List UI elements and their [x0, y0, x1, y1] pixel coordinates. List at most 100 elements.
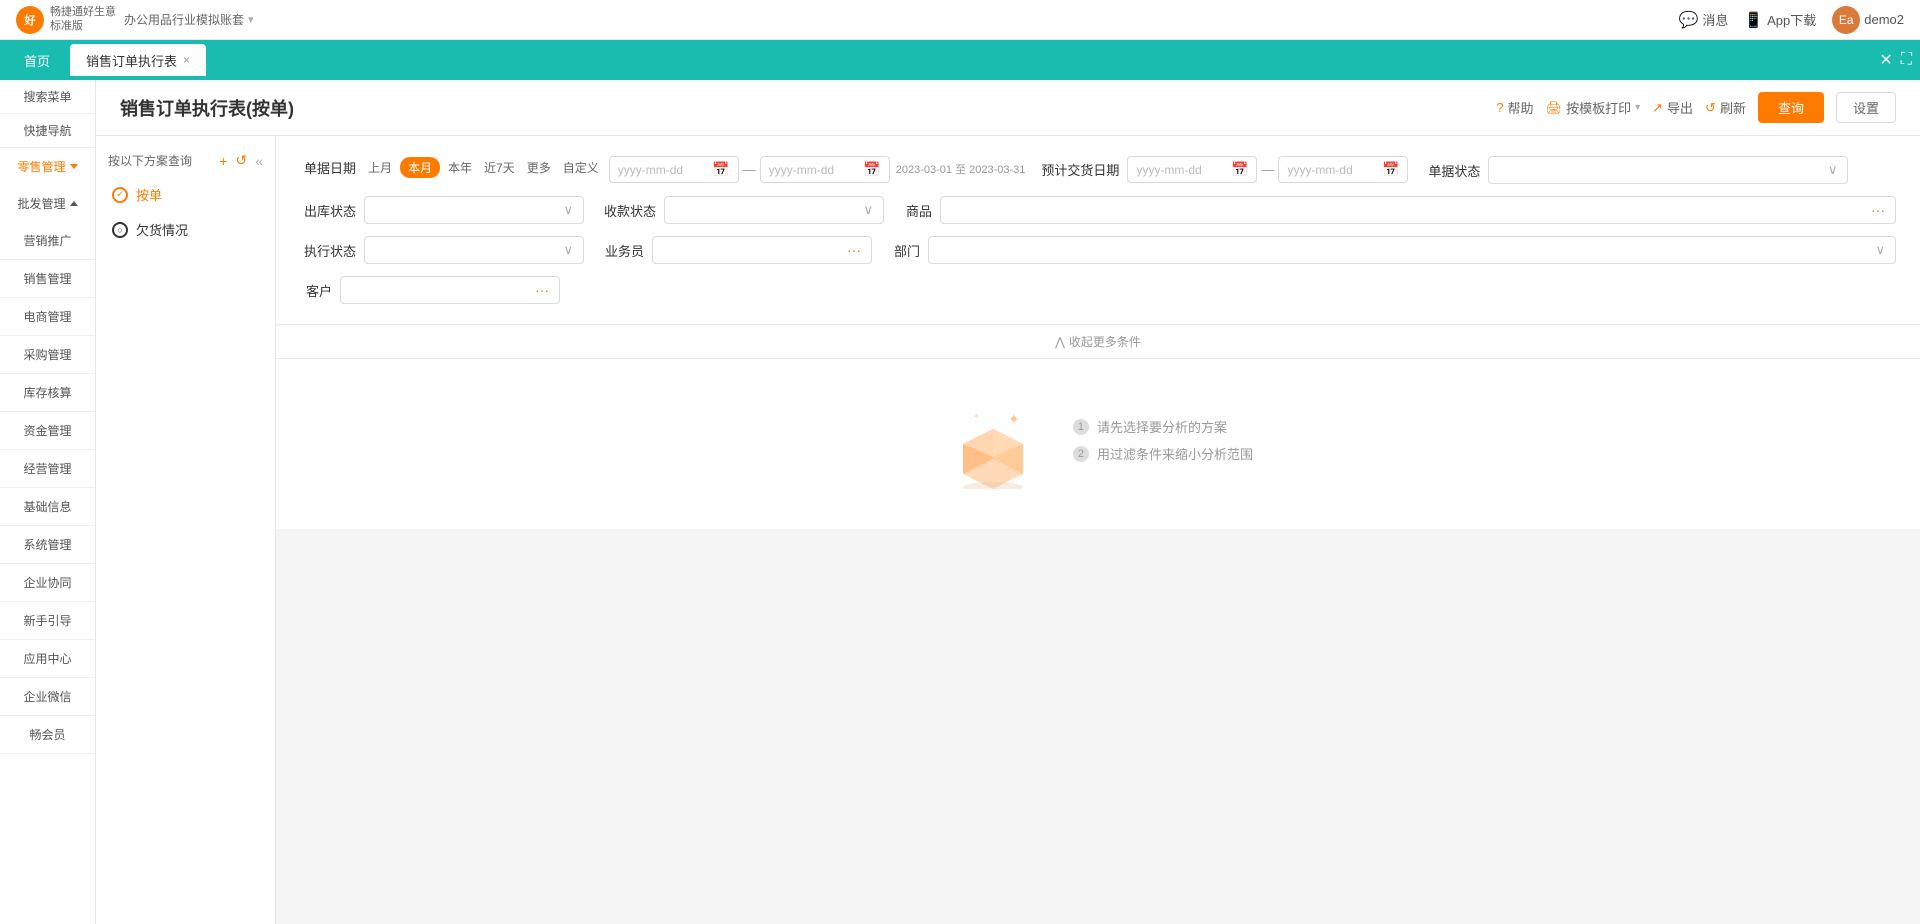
out-status-chevron-icon: ∨ [563, 202, 573, 218]
out-status-label: 出库状态 [300, 201, 356, 220]
doc-status-label: 单据状态 [1424, 161, 1480, 180]
exec-status-chevron-icon: ∨ [563, 242, 573, 258]
scheme-item-by-order[interactable]: ✓ 按单 [96, 177, 275, 212]
sidebar-item-member[interactable]: 畅会员 [0, 716, 95, 754]
expected-date-label: 预计交货日期 [1041, 160, 1119, 179]
sidebar-item-retail[interactable]: 零售管理 [0, 148, 95, 185]
doc-status-chevron-icon: ∨ [1828, 162, 1838, 178]
date-to-input[interactable]: yyyy-mm-dd 📅 [760, 156, 890, 183]
exec-status-select[interactable]: ∨ [364, 236, 584, 264]
svg-text:✦: ✦ [1008, 411, 1020, 427]
this-year-btn[interactable]: 本年 [444, 157, 476, 178]
settings-button[interactable]: 设置 [1836, 92, 1896, 123]
sidebar-item-finance[interactable]: 资金管理 [0, 412, 95, 450]
sidebar-item-basics[interactable]: 基础信息 [0, 488, 95, 526]
sidebar-item-wechat[interactable]: 企业微信 [0, 678, 95, 716]
receipt-status-chevron-icon: ∨ [863, 202, 873, 218]
collapse-btn[interactable]: ⋀ 收起更多条件 [1055, 333, 1141, 350]
customer-select[interactable]: ··· [340, 276, 560, 304]
sidebar-item-enterprise[interactable]: 企业协同 [0, 564, 95, 602]
tab-home[interactable]: 首页 [8, 44, 66, 76]
sidebar-item-marketing[interactable]: 营销推广 [0, 222, 95, 260]
custom-btn[interactable]: 自定义 [559, 157, 603, 178]
export-icon: ↗ [1652, 100, 1663, 116]
date-range-text: 2023-03-01 至 2023-03-31 [896, 161, 1026, 177]
customer-label: 客户 [300, 281, 332, 300]
sidebar-quick-nav[interactable]: 快捷导航 [0, 114, 95, 148]
empty-text: 1 请先选择要分析的方案 2 用过滤条件来缩小分析范围 [1073, 417, 1253, 471]
date-label: 单据日期 [300, 158, 356, 177]
dept-label: 部门 [888, 241, 920, 260]
refresh-button[interactable]: ↺ 刷新 [1705, 98, 1746, 117]
help-icon: ? [1496, 100, 1503, 115]
more-btn[interactable]: 更多 [523, 157, 555, 178]
query-button[interactable]: 查询 [1758, 92, 1824, 123]
tab-close-icon[interactable]: × [183, 53, 190, 67]
close-window-icon[interactable]: ✕ [1879, 50, 1892, 70]
goods-dots-icon[interactable]: ··· [1871, 202, 1885, 218]
message-button[interactable]: 💬 消息 [1678, 10, 1728, 30]
sidebar-item-purchase[interactable]: 采购管理 [0, 336, 95, 374]
exec-status-label: 执行状态 [300, 241, 356, 260]
collapse-panel-icon[interactable]: « [255, 153, 263, 169]
maximize-icon[interactable]: ⛶ [1901, 51, 1912, 69]
sidebar-item-inventory[interactable]: 库存核算 [0, 374, 95, 412]
sidebar-item-system[interactable]: 系统管理 [0, 526, 95, 564]
refresh-icon: ↺ [1705, 100, 1716, 116]
recent7-btn[interactable]: 近7天 [480, 157, 519, 178]
empty-state: ✦ ✦ 1 请先选择要分析的方案 2 [276, 359, 1920, 529]
page-title: 销售订单执行表(按单) [120, 95, 294, 121]
sidebar-item-business[interactable]: 经营管理 [0, 450, 95, 488]
page-header: 销售订单执行表(按单) ? 帮助 🖨 按模板打印 ▾ ↗ 导出 [96, 80, 1920, 136]
last-month-btn[interactable]: 上月 [364, 157, 396, 178]
svg-text:✦: ✦ [973, 412, 980, 421]
salesman-dots-icon[interactable]: ··· [847, 242, 861, 258]
sidebar-item-appcenter[interactable]: 应用中心 [0, 640, 95, 678]
scheme-icon-shortage: ○ [112, 222, 128, 238]
customer-dots-icon[interactable]: ··· [535, 282, 549, 298]
add-scheme-icon[interactable]: + [219, 153, 227, 169]
this-month-btn[interactable]: 本月 [400, 157, 440, 178]
empty-illustration: ✦ ✦ [943, 399, 1043, 489]
goods-select[interactable]: ··· [940, 196, 1896, 224]
doc-status-select[interactable]: ∨ [1488, 156, 1848, 184]
salesman-label: 业务员 [600, 241, 644, 260]
scheme-item-shortage[interactable]: ○ 欠货情况 [96, 212, 275, 247]
sidebar: 搜索菜单 快捷导航 零售管理 批发管理 营销推广 销售管理 电商管理 采购管理 … [0, 80, 96, 924]
calendar-from-icon: 📅 [712, 161, 729, 178]
retail-arrow-icon [70, 164, 78, 169]
expected-cal-from-icon: 📅 [1231, 161, 1248, 178]
sidebar-item-newuser[interactable]: 新手引导 [0, 602, 95, 640]
tab-sales-order[interactable]: 销售订单执行表 × [70, 44, 206, 76]
wholesale-arrow-icon [70, 201, 78, 206]
sidebar-item-wholesale[interactable]: 批发管理 [0, 185, 95, 222]
sidebar-item-ecommerce[interactable]: 电商管理 [0, 298, 95, 336]
breadcrumb[interactable]: 办公用品行业模拟账套 ▾ [124, 11, 254, 28]
goods-label: 商品 [900, 201, 932, 220]
sidebar-item-sales[interactable]: 销售管理 [0, 260, 95, 298]
export-button[interactable]: ↗ 导出 [1652, 98, 1693, 117]
user-profile[interactable]: Ea demo2 [1832, 6, 1904, 34]
expected-date-from[interactable]: yyyy-mm-dd 📅 [1127, 156, 1257, 183]
dept-select[interactable]: ∨ [928, 236, 1896, 264]
expected-cal-to-icon: 📅 [1382, 161, 1399, 178]
app-download-button[interactable]: 📱 App下载 [1744, 10, 1816, 29]
logo-text: 畅捷通好生意 标准版 [50, 6, 116, 32]
dept-chevron-icon: ∨ [1875, 242, 1885, 258]
print-icon: 🖨 [1546, 100, 1563, 116]
print-button[interactable]: 🖨 按模板打印 ▾ [1546, 98, 1641, 117]
out-status-select[interactable]: ∨ [364, 196, 584, 224]
left-panel: 按以下方案查询 + ↺ « ✓ 按单 ○ 欠货情况 [96, 136, 276, 924]
sidebar-search[interactable]: 搜索菜单 [0, 80, 95, 114]
refresh-scheme-icon[interactable]: ↺ [235, 152, 247, 169]
logo: 好 畅捷通好生意 标准版 [16, 6, 116, 34]
logo-icon: 好 [16, 6, 44, 34]
calendar-to-icon: 📅 [863, 161, 880, 178]
expected-date-to[interactable]: yyyy-mm-dd 📅 [1278, 156, 1408, 183]
receipt-status-select[interactable]: ∨ [664, 196, 884, 224]
download-icon: 📱 [1744, 11, 1763, 29]
help-button[interactable]: ? 帮助 [1496, 98, 1533, 117]
salesman-select[interactable]: ··· [652, 236, 872, 264]
date-from-input[interactable]: yyyy-mm-dd 📅 [609, 156, 739, 183]
receipt-status-label: 收款状态 [600, 201, 656, 220]
